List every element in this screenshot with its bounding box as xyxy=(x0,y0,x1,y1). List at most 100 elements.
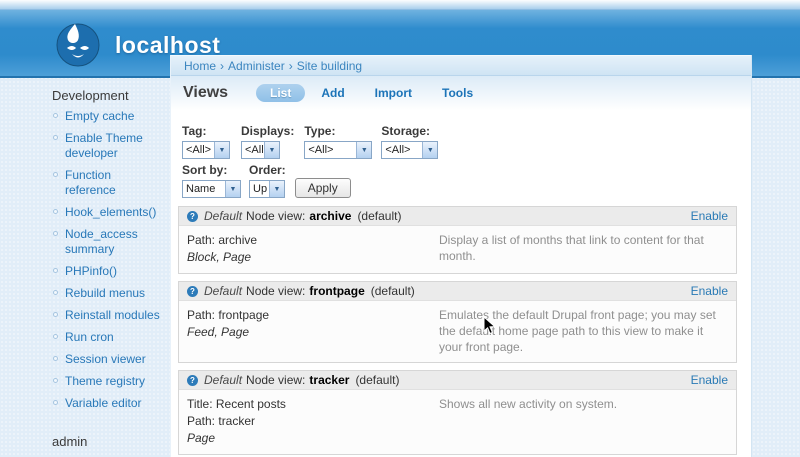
view-kind: Node view: xyxy=(246,373,306,387)
view-kind: Node view: xyxy=(246,284,306,298)
filter-displays: Displays: <All> ▼ xyxy=(241,124,294,159)
tab-import[interactable]: Import xyxy=(375,86,412,100)
sidebar-item-hook-elements[interactable]: Hook_elements() xyxy=(0,205,170,227)
help-icon[interactable]: ? xyxy=(187,374,198,386)
view-name: frontpage xyxy=(309,284,365,298)
drupal-logo-icon xyxy=(56,23,100,67)
breadcrumb-home-link[interactable]: Home xyxy=(184,59,216,73)
filter-type: Type: <All> ▼ xyxy=(304,124,373,159)
top-strip xyxy=(0,0,800,10)
page-title: Views xyxy=(183,84,229,101)
bullet-icon xyxy=(53,334,58,339)
bullet-icon xyxy=(53,356,58,361)
enable-link-frontpage[interactable]: Enable xyxy=(691,284,728,298)
view-default-flag: Default xyxy=(204,284,243,298)
sidebar-item-label: Node_access summary xyxy=(65,227,138,256)
filter-storage: Storage: <All> ▼ xyxy=(381,124,439,159)
order-select[interactable]: Up ▼ xyxy=(249,180,285,198)
displays-select-value: <All> xyxy=(245,144,264,156)
storage-select-value: <All> xyxy=(385,144,411,156)
sidebar-item-function-reference[interactable]: Function reference xyxy=(0,168,170,205)
filter-order: Order: Up ▼ xyxy=(249,163,286,198)
sidebar-item-session-viewer[interactable]: Session viewer xyxy=(0,352,170,374)
view-description: Emulates the default Drupal front page; … xyxy=(439,308,716,354)
help-icon[interactable]: ? xyxy=(187,285,198,297)
sidebar: Development Empty cache Enable Theme dev… xyxy=(0,80,170,457)
dropdown-arrow-icon: ▼ xyxy=(214,142,229,158)
breadcrumb-separator: › xyxy=(220,59,225,73)
sidebar-item-enable-theme-developer[interactable]: Enable Theme developer xyxy=(0,131,170,168)
sidebar-item-label: Enable Theme developer xyxy=(65,131,143,160)
dropdown-arrow-icon: ▼ xyxy=(264,142,279,158)
sidebar-item-label: Function reference xyxy=(65,168,116,197)
filter-displays-label: Displays: xyxy=(241,124,295,138)
tag-select[interactable]: <All> ▼ xyxy=(182,141,230,159)
tab-list[interactable]: List xyxy=(256,84,306,102)
view-displays: Feed, Page xyxy=(187,325,250,339)
help-icon[interactable]: ? xyxy=(187,210,198,222)
sidebar-item-label: Run cron xyxy=(65,330,114,344)
sidebar-item-label: Theme registry xyxy=(65,374,146,388)
sidebar-item-node-access-summary[interactable]: Node_access summary xyxy=(0,227,170,264)
breadcrumb-administer-link[interactable]: Administer xyxy=(228,59,285,73)
sidebar-item-label: Hook_elements() xyxy=(65,205,157,219)
bullet-icon xyxy=(53,135,58,140)
displays-select[interactable]: <All> ▼ xyxy=(241,141,280,159)
dropdown-arrow-icon: ▼ xyxy=(422,142,438,158)
sidebar-item-reinstall-modules[interactable]: Reinstall modules xyxy=(0,308,170,330)
apply-button[interactable]: Apply xyxy=(294,178,351,198)
sidebar-item-theme-registry[interactable]: Theme registry xyxy=(0,374,170,396)
view-row-archive: ? Default Node view: archive (default) E… xyxy=(178,206,737,274)
dropdown-arrow-icon: ▼ xyxy=(269,181,284,197)
view-kind: Node view: xyxy=(246,209,306,223)
breadcrumb-site-building-link[interactable]: Site building xyxy=(297,59,362,73)
sidebar-item-label: PHPinfo() xyxy=(65,264,118,278)
bullet-icon xyxy=(53,172,58,177)
dropdown-arrow-icon: ▼ xyxy=(225,181,240,197)
sort-by-select[interactable]: Name ▼ xyxy=(182,180,241,198)
view-suffix: (default) xyxy=(355,373,400,387)
sidebar-item-label: Session viewer xyxy=(65,352,146,366)
tab-tools[interactable]: Tools xyxy=(442,86,473,100)
view-row-header: ? Default Node view: archive (default) E… xyxy=(179,207,736,226)
breadcrumb: Home › Administer › Site building xyxy=(171,55,751,76)
bullet-icon xyxy=(53,400,58,405)
type-select-value: <All> xyxy=(308,144,334,156)
type-select[interactable]: <All> ▼ xyxy=(304,141,373,159)
view-row-header: ? Default Node view: tracker (default) E… xyxy=(179,371,736,390)
sidebar-item-variable-editor[interactable]: Variable editor xyxy=(0,396,170,418)
sidebar-item-label: Variable editor xyxy=(65,396,142,410)
sidebar-item-run-cron[interactable]: Run cron xyxy=(0,330,170,352)
filters: Tag: <All> ▼ Displays: <All> ▼ Type: <Al… xyxy=(171,114,751,198)
tab-add[interactable]: Add xyxy=(321,86,344,100)
bullet-icon xyxy=(53,290,58,295)
bullet-icon xyxy=(53,209,58,214)
sidebar-section-admin: admin xyxy=(52,434,88,449)
view-suffix: (default) xyxy=(357,209,402,223)
sidebar-item-label: Empty cache xyxy=(65,109,135,123)
view-description: Display a list of months that link to co… xyxy=(439,233,704,263)
tag-select-value: <All> xyxy=(186,144,212,156)
view-default-flag: Default xyxy=(204,209,243,223)
enable-link-archive[interactable]: Enable xyxy=(691,209,728,223)
view-path: Path: tracker xyxy=(187,414,256,428)
sidebar-item-empty-cache[interactable]: Empty cache xyxy=(0,109,170,131)
sidebar-item-rebuild-menus[interactable]: Rebuild menus xyxy=(0,286,170,308)
sidebar-item-label: Reinstall modules xyxy=(65,308,160,322)
bullet-icon xyxy=(53,312,58,317)
sidebar-section-development: Development xyxy=(52,88,129,103)
view-path: Path: frontpage xyxy=(187,308,270,322)
filter-order-label: Order: xyxy=(249,163,286,177)
filter-tag-label: Tag: xyxy=(182,124,207,138)
view-row-frontpage: ? Default Node view: frontpage (default)… xyxy=(178,281,737,363)
view-details: Title: Recent posts Path: tracker Page xyxy=(187,396,439,447)
filter-storage-label: Storage: xyxy=(381,124,431,138)
sidebar-item-phpinfo[interactable]: PHPinfo() xyxy=(0,264,170,286)
filter-tag: Tag: <All> ▼ xyxy=(182,124,230,159)
storage-select[interactable]: <All> ▼ xyxy=(381,141,439,159)
enable-link-tracker[interactable]: Enable xyxy=(691,373,728,387)
bullet-icon xyxy=(53,378,58,383)
view-suffix: (default) xyxy=(370,284,415,298)
filter-sort-by: Sort by: Name ▼ xyxy=(182,163,241,198)
view-default-flag: Default xyxy=(204,373,243,387)
